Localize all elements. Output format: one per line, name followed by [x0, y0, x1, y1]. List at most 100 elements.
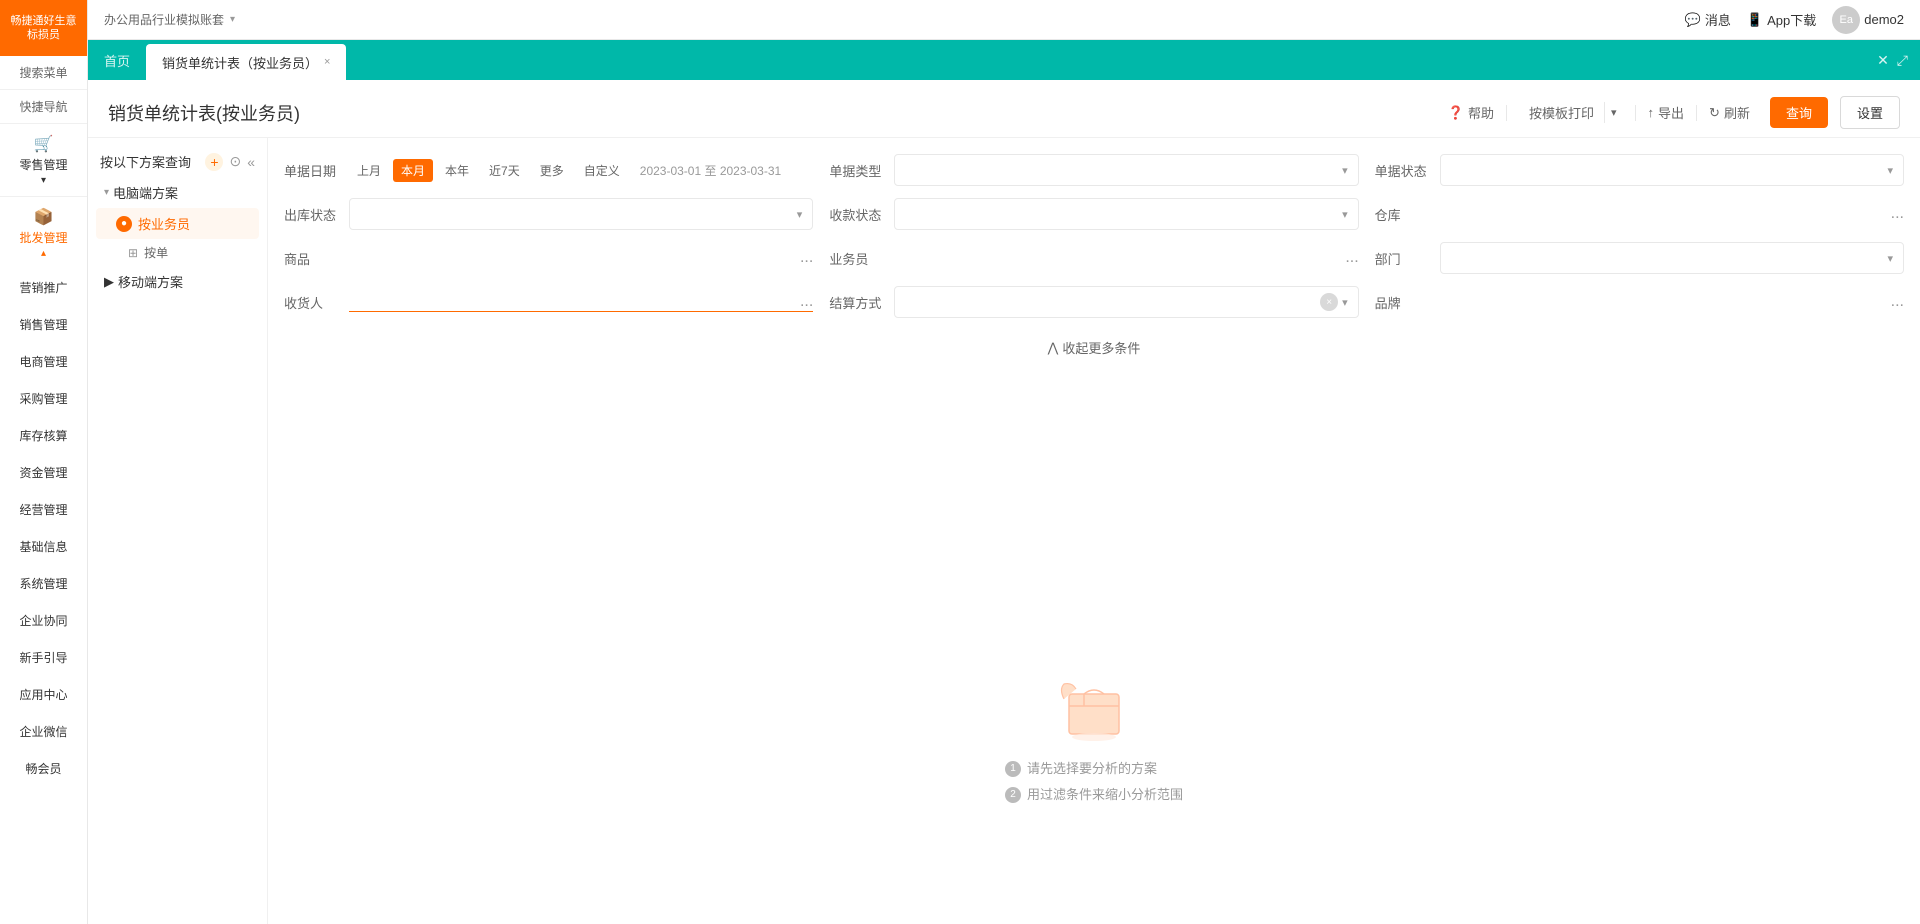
collapse-panel-icon[interactable]: « — [247, 154, 255, 170]
topbar-user-area[interactable]: Ea demo2 — [1832, 6, 1904, 34]
filter-brand-item: 品牌 ... — [1375, 286, 1904, 318]
body-layout: 按以下方案查询 + ⊙ « ▾ 电脑端方案 ● — [88, 138, 1920, 924]
sidebar-item-newbie[interactable]: 新手引导 — [0, 639, 87, 676]
filter-date-item: 单据日期 上月 本月 本年 近7天 更多 自定义 — [284, 154, 813, 186]
filter-order-status-item: 单据状态 ▾ — [1375, 154, 1904, 186]
order-status-dropdown-arrow: ▾ — [1887, 164, 1893, 177]
sidebar-item-member[interactable]: 畅会员 — [0, 750, 87, 787]
divider1 — [1506, 105, 1507, 121]
retail-arrow-icon: ▾ — [41, 175, 46, 186]
tab-home[interactable]: 首页 — [88, 40, 146, 80]
sidebar-item-sales[interactable]: 销售管理 — [0, 306, 87, 343]
sidebar-item-basic[interactable]: 基础信息 — [0, 528, 87, 565]
settlement-clear-btn[interactable]: × — [1320, 293, 1338, 311]
filter-payment-status-item: 收款状态 ▾ — [829, 198, 1358, 230]
sidebar-item-system[interactable]: 系统管理 — [0, 565, 87, 602]
main-area: 办公用品行业模拟账套 ▾ 💬 消息 📱 App下载 Ea demo2 首页 — [88, 0, 1920, 924]
date-btn-custom[interactable]: 自定义 — [576, 159, 628, 182]
warehouse-ellipsis-btn[interactable]: ... — [1891, 205, 1904, 223]
topbar-message-btn[interactable]: 💬 消息 — [1685, 10, 1731, 29]
content-area: 销货单统计表(按业务员) ❓ 帮助 按模板打印 ▾ ↑ 导出 — [88, 80, 1920, 924]
empty-num2: 2 — [1005, 787, 1021, 803]
order-type-dropdown[interactable]: ▾ — [894, 154, 1358, 186]
goods-label: 商品 — [284, 249, 349, 268]
date-btn-last-month[interactable]: 上月 — [349, 159, 389, 182]
date-filter: 上月 本月 本年 近7天 更多 自定义 — [349, 159, 628, 182]
goods-input-area: ... — [349, 249, 813, 267]
tab-active[interactable]: 销货单统计表（按业务员） × — [146, 44, 346, 80]
left-panel-item-salesperson[interactable]: ● 按业务员 — [96, 208, 259, 239]
sidebar-item-wholesale[interactable]: 📦 批发管理 ▴ — [0, 197, 87, 269]
settlement-label: 结算方式 — [829, 293, 894, 312]
refresh-btn[interactable]: ↻ 刷新 — [1709, 103, 1750, 122]
empty-text-line2: 2 用过滤条件来缩小分析范围 — [1005, 782, 1183, 808]
sidebar-item-ecommerce[interactable]: 电商管理 — [0, 343, 87, 380]
tabbar-expand-icon[interactable]: ⤢ — [1897, 52, 1908, 69]
collapse-btn[interactable]: ⋀ 收起更多条件 — [1048, 338, 1141, 357]
receiver-input-area: ... — [349, 293, 813, 312]
topbar-app-download-btn[interactable]: 📱 App下载 — [1747, 10, 1816, 29]
print-btn[interactable]: 按模板打印 ▾ — [1519, 99, 1623, 126]
empty-num1: 1 — [1005, 761, 1021, 777]
edit-scheme-icon[interactable]: ⊙ — [229, 153, 241, 170]
sidebar-item-finance[interactable]: 资金管理 — [0, 454, 87, 491]
sidebar-logo: 畅捷通好生意 标损员 — [0, 0, 87, 56]
export-btn[interactable]: ↑ 导出 — [1648, 103, 1685, 122]
settings-btn[interactable]: 设置 — [1840, 96, 1900, 129]
filter-out-status-item: 出库状态 ▾ — [284, 198, 813, 230]
empty-text-line1: 1 请先选择要分析的方案 — [1005, 756, 1183, 782]
sidebar-item-apps[interactable]: 应用中心 — [0, 676, 87, 713]
sidebar: 畅捷通好生意 标损员 搜索菜单 快捷导航 🛒 零售管理 ▾ 📦 批发管理 ▴ 营… — [0, 0, 88, 924]
tabbar-close-all-icon[interactable]: ✕ — [1877, 52, 1889, 69]
date-label: 单据日期 — [284, 161, 349, 180]
date-btn-this-month[interactable]: 本月 — [393, 159, 433, 182]
brand-label: 品牌 — [1375, 293, 1440, 312]
mobile-section-title[interactable]: ▶ 移动端方案 — [96, 266, 259, 297]
avatar: Ea — [1832, 6, 1860, 34]
sidebar-item-retail[interactable]: 🛒 零售管理 ▾ — [0, 124, 87, 196]
date-range-text: 2023-03-01 至 2023-03-31 — [640, 162, 781, 179]
help-btn[interactable]: ❓ 帮助 — [1448, 103, 1494, 122]
topbar-suite-dropdown-icon[interactable]: ▾ — [230, 14, 235, 25]
receiver-input[interactable] — [349, 294, 796, 309]
date-btn-this-year[interactable]: 本年 — [437, 159, 477, 182]
sidebar-item-marketing[interactable]: 营销推广 — [0, 269, 87, 306]
receiver-ellipsis-btn[interactable]: ... — [800, 293, 813, 311]
date-btn-7days[interactable]: 近7天 — [481, 159, 528, 182]
sidebar-item-inventory[interactable]: 库存核算 — [0, 417, 87, 454]
add-scheme-icon[interactable]: + — [205, 153, 223, 171]
sidebar-item-wechat[interactable]: 企业微信 — [0, 713, 87, 750]
print-label: 按模板打印 — [1519, 99, 1604, 126]
query-btn[interactable]: 查询 — [1770, 97, 1828, 128]
sidebar-logo-text: 畅捷通好生意 标损员 — [11, 14, 77, 43]
desktop-section-title[interactable]: ▾ 电脑端方案 — [96, 177, 259, 208]
sidebar-item-enterprise[interactable]: 企业协同 — [0, 602, 87, 639]
sidebar-item-purchase[interactable]: 采购管理 — [0, 380, 87, 417]
left-panel-item-order[interactable]: ⊞ 按单 — [96, 239, 259, 266]
brand-ellipsis-btn[interactable]: ... — [1891, 293, 1904, 311]
page-header: 销货单统计表(按业务员) ❓ 帮助 按模板打印 ▾ ↑ 导出 — [88, 80, 1920, 138]
sidebar-item-operation[interactable]: 经营管理 — [0, 491, 87, 528]
settlement-dropdown[interactable]: × ▾ — [894, 286, 1358, 318]
sidebar-quick-nav[interactable]: 快捷导航 — [0, 90, 87, 124]
tab-close-icon[interactable]: × — [324, 56, 330, 68]
sidebar-search[interactable]: 搜索菜单 — [0, 56, 87, 90]
department-dropdown[interactable]: ▾ — [1440, 242, 1904, 274]
out-status-dropdown[interactable]: ▾ — [349, 198, 813, 230]
topbar-right: 💬 消息 📱 App下载 Ea demo2 — [1685, 6, 1904, 34]
divider2 — [1635, 105, 1636, 121]
salesperson-ellipsis-btn[interactable]: ... — [1345, 249, 1358, 267]
warehouse-input-area: ... — [1440, 205, 1904, 223]
filter-row-4: 收货人 ... 结算方式 — [284, 286, 1904, 318]
left-panel-icons: + ⊙ « — [205, 153, 255, 171]
date-btn-more[interactable]: 更多 — [532, 159, 572, 182]
mobile-arrow-icon: ▶ — [104, 274, 114, 290]
payment-status-dropdown[interactable]: ▾ — [894, 198, 1358, 230]
tabbar: 首页 销货单统计表（按业务员） × ✕ ⤢ — [88, 40, 1920, 80]
goods-ellipsis-btn[interactable]: ... — [800, 249, 813, 267]
order-icon: ⊞ — [128, 246, 138, 260]
order-status-dropdown[interactable]: ▾ — [1440, 154, 1904, 186]
page-actions: ❓ 帮助 按模板打印 ▾ ↑ 导出 ↻ — [1448, 96, 1900, 129]
page-title: 销货单统计表(按业务员) — [108, 100, 300, 126]
print-dropdown-icon[interactable]: ▾ — [1604, 102, 1623, 123]
